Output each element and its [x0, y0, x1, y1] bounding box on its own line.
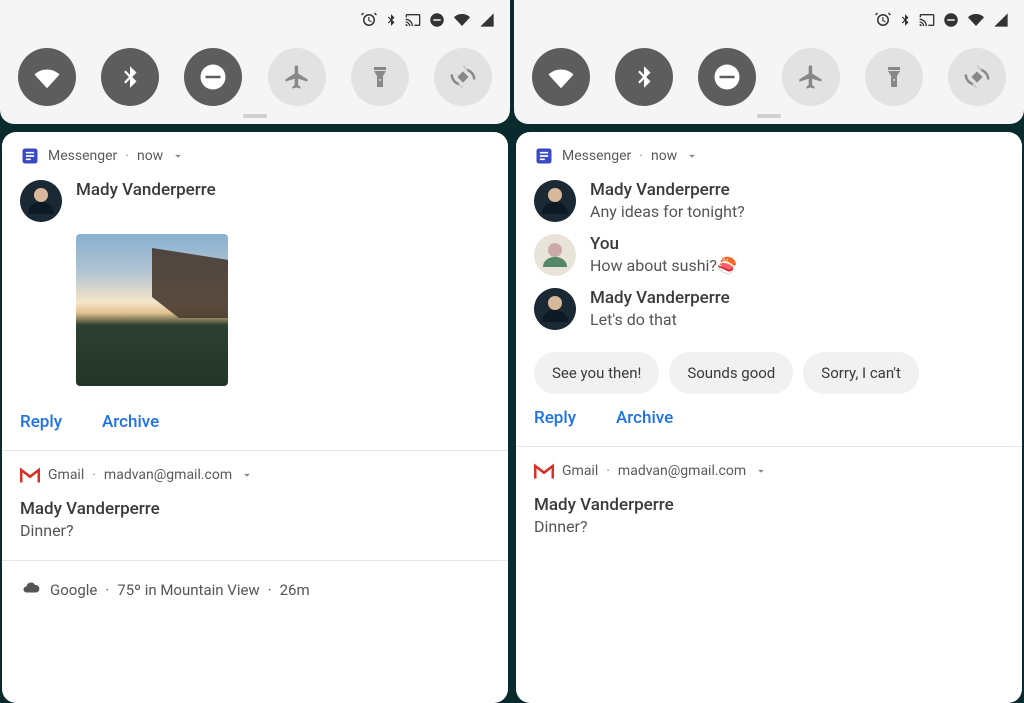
chevron-down-icon: [754, 464, 768, 478]
gmail-sender: Mady Vanderperre: [534, 495, 1004, 515]
gmail-account: madvan@gmail.com: [104, 467, 232, 483]
smart-reply-row: See you then! Sounds good Sorry, I can't: [534, 352, 1004, 394]
bluetooth-status-icon: [384, 11, 398, 29]
cast-status-icon: [404, 12, 422, 28]
gmail-subject: Dinner?: [20, 521, 490, 540]
message-text: Let's do that: [590, 310, 730, 329]
weather-app-name: Google: [50, 581, 97, 599]
sender-name: Mady Vanderperre: [76, 180, 216, 200]
chevron-down-icon: [240, 468, 254, 482]
app-name: Gmail: [48, 467, 84, 483]
panel-drag-handle[interactable]: [243, 114, 267, 118]
toggle-flashlight[interactable]: [351, 48, 409, 106]
toggle-flashlight[interactable]: [865, 48, 923, 106]
gmail-notification[interactable]: Mady Vanderperre Dinner?: [20, 499, 490, 540]
thread-message[interactable]: You How about sushi?🍣: [534, 234, 1004, 276]
quick-settings-panel: [0, 0, 510, 124]
weather-summary: 75º in Mountain View: [117, 581, 259, 599]
notifications-card: Messenger · now Mady Vanderperre Any ide…: [516, 132, 1022, 703]
messenger-notification-header[interactable]: Messenger · now: [20, 146, 490, 166]
gmail-notification-header[interactable]: Gmail · madvan@gmail.com: [534, 461, 1004, 481]
phone-right: Messenger · now Mady Vanderperre Any ide…: [514, 0, 1024, 703]
dnd-status-icon: [428, 11, 446, 29]
wifi-status-icon: [452, 12, 472, 28]
weather-notification[interactable]: Google · 75º in Mountain View · 26m: [20, 579, 490, 601]
chevron-down-icon: [171, 149, 185, 163]
messenger-app-icon: [534, 146, 554, 166]
thread-message[interactable]: Mady Vanderperre Let's do that: [534, 288, 1004, 330]
sender-name: Mady Vanderperre: [590, 288, 730, 308]
signal-status-icon: [478, 12, 496, 28]
signal-status-icon: [992, 12, 1010, 28]
panel-drag-handle[interactable]: [757, 114, 781, 118]
weather-age: 26m: [280, 581, 310, 599]
toggle-auto-rotate[interactable]: [434, 48, 492, 106]
alarm-icon: [360, 11, 378, 29]
app-name: Gmail: [562, 463, 598, 479]
notifications-card: Messenger · now Mady Vanderperre Reply A…: [2, 132, 508, 703]
app-name: Messenger: [562, 148, 631, 164]
wifi-status-icon: [966, 12, 986, 28]
toggle-dnd[interactable]: [698, 48, 756, 106]
phone-left: Messenger · now Mady Vanderperre Reply A…: [0, 0, 510, 703]
avatar-mady: [534, 180, 576, 222]
dnd-status-icon: [942, 11, 960, 29]
toggle-airplane[interactable]: [268, 48, 326, 106]
chevron-down-icon: [685, 149, 699, 163]
divider: [516, 446, 1022, 447]
toggle-wifi[interactable]: [532, 48, 590, 106]
messenger-notification-header[interactable]: Messenger · now: [534, 146, 1004, 166]
toggle-bluetooth[interactable]: [615, 48, 673, 106]
toggle-airplane[interactable]: [782, 48, 840, 106]
toggle-wifi[interactable]: [18, 48, 76, 106]
avatar-mady: [534, 288, 576, 330]
smart-reply-chip[interactable]: Sorry, I can't: [803, 352, 919, 394]
thread-message[interactable]: Mady Vanderperre Any ideas for tonight?: [534, 180, 1004, 222]
messenger-actions: Reply Archive: [534, 400, 1004, 440]
toggle-bluetooth[interactable]: [101, 48, 159, 106]
cloud-icon: [20, 579, 42, 601]
messenger-notification[interactable]: Mady Vanderperre: [20, 180, 490, 222]
gmail-notification-header[interactable]: Gmail · madvan@gmail.com: [20, 465, 490, 485]
reply-button[interactable]: Reply: [534, 408, 576, 428]
bluetooth-status-icon: [898, 11, 912, 29]
messenger-actions: Reply Archive: [20, 404, 490, 444]
image-thumbnail: [76, 234, 228, 386]
avatar-you: [534, 234, 576, 276]
cast-status-icon: [918, 12, 936, 28]
toggle-auto-rotate[interactable]: [948, 48, 1006, 106]
quick-settings-panel: [514, 0, 1024, 124]
app-name: Messenger: [48, 148, 117, 164]
gmail-app-icon: [20, 465, 40, 485]
message-text: Any ideas for tonight?: [590, 202, 745, 221]
message-text: How about sushi?🍣: [590, 256, 737, 275]
sender-name: You: [590, 234, 737, 254]
gmail-app-icon: [534, 461, 554, 481]
divider: [2, 450, 508, 451]
quick-toggle-row: [14, 48, 496, 106]
reply-button[interactable]: Reply: [20, 412, 62, 432]
alarm-icon: [874, 11, 892, 29]
divider: [2, 560, 508, 561]
notif-time: now: [137, 148, 163, 164]
toggle-dnd[interactable]: [184, 48, 242, 106]
gmail-subject: Dinner?: [534, 517, 1004, 536]
avatar-mady: [20, 180, 62, 222]
sushi-emoji: 🍣: [717, 256, 737, 275]
smart-reply-chip[interactable]: See you then!: [534, 352, 659, 394]
status-bar: [14, 10, 496, 30]
messenger-app-icon: [20, 146, 40, 166]
gmail-account: madvan@gmail.com: [618, 463, 746, 479]
status-bar: [528, 10, 1010, 30]
smart-reply-chip[interactable]: Sounds good: [669, 352, 793, 394]
message-image-attachment[interactable]: [20, 234, 490, 386]
notif-time: now: [651, 148, 677, 164]
quick-toggle-row: [528, 48, 1010, 106]
gmail-notification[interactable]: Mady Vanderperre Dinner?: [534, 495, 1004, 536]
archive-button[interactable]: Archive: [616, 408, 673, 428]
archive-button[interactable]: Archive: [102, 412, 159, 432]
sender-name: Mady Vanderperre: [590, 180, 745, 200]
gmail-sender: Mady Vanderperre: [20, 499, 490, 519]
